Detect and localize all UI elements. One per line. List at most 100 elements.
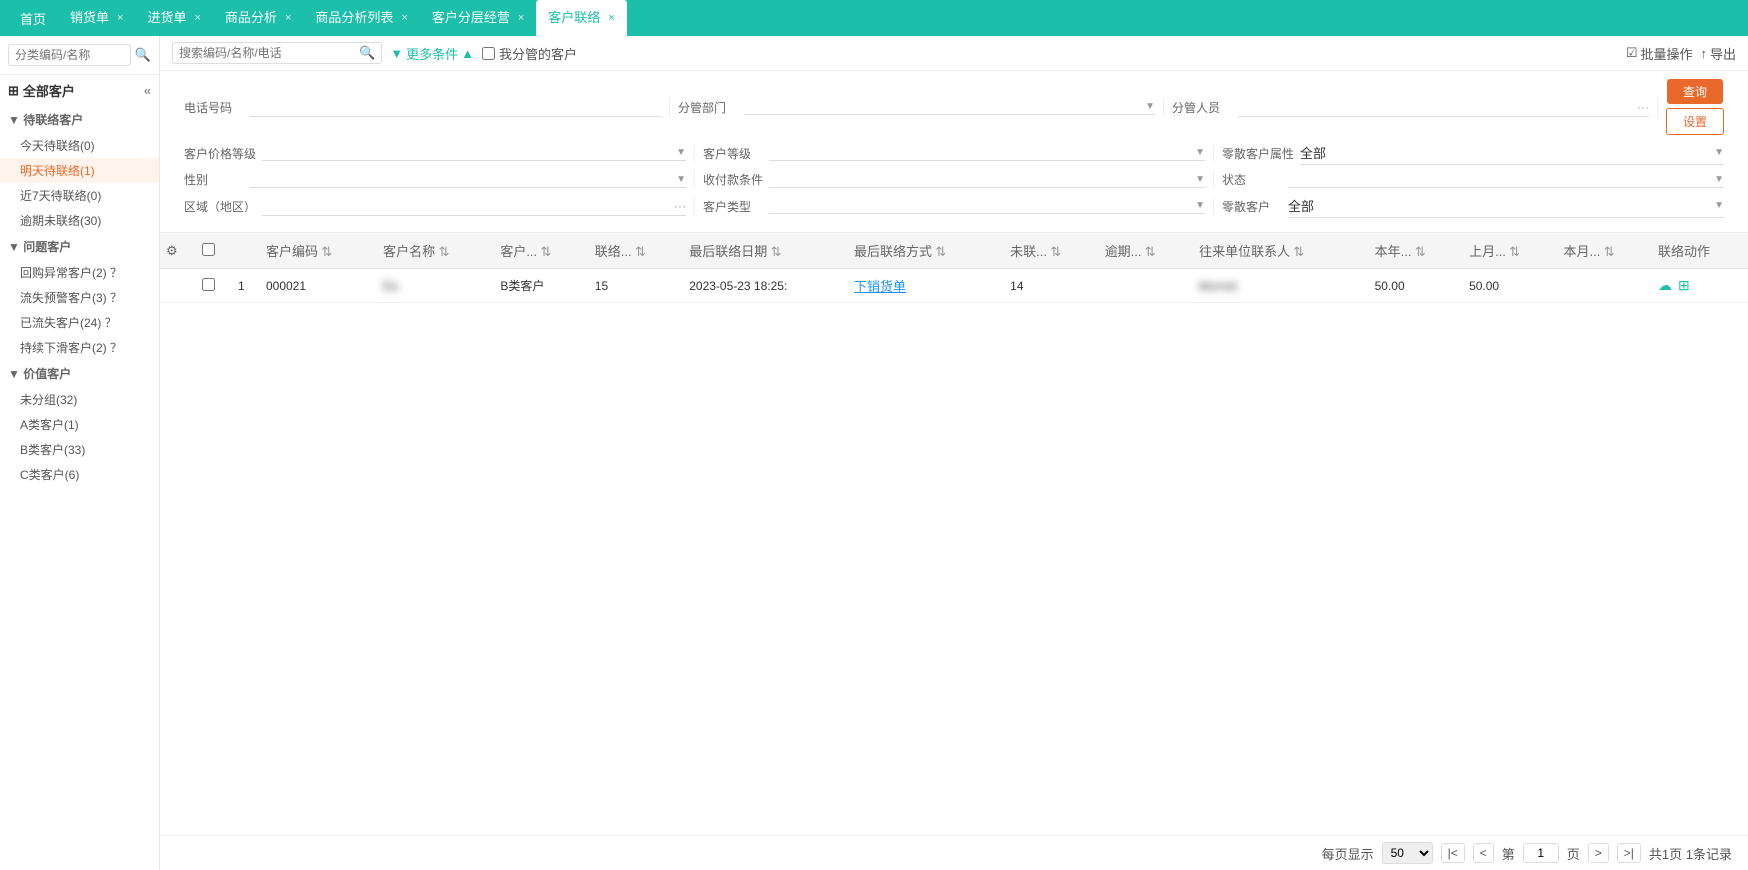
payment-label: 收付款条件 <box>703 171 763 188</box>
col-last-date-sort-icon[interactable]: ⇅ <box>771 244 782 259</box>
close-tab-icon[interactable]: × <box>401 0 407 36</box>
col-last-month: 上月... ⇅ <box>1463 233 1557 269</box>
sidebar-item[interactable]: 未分组(32) <box>0 387 159 412</box>
col-contact-count-sort-icon[interactable]: ⇅ <box>635 244 646 259</box>
close-tab-icon[interactable]: × <box>285 0 291 36</box>
person-more-btn[interactable]: ··· <box>1637 100 1649 114</box>
row-this-month <box>1558 269 1652 303</box>
cust-type-select[interactable]: ▼ <box>769 198 1205 214</box>
col-contact-person-label: 往来单位联系人 <box>1199 244 1290 259</box>
gender-cell: 性别 ▼ <box>176 171 695 188</box>
close-tab-icon[interactable]: × <box>518 0 524 36</box>
sidebar-item[interactable]: 逾期未联络(30) <box>0 208 159 233</box>
retail-attr-value: 全部 <box>1300 143 1326 162</box>
sidebar-group-价值客户[interactable]: ▼ 价值客户 <box>0 360 159 387</box>
sidebar-search-icon[interactable]: 🔍 <box>135 47 151 63</box>
status-select[interactable]: ▼ <box>1288 172 1724 188</box>
next-page-btn[interactable]: > <box>1588 843 1609 863</box>
row-checkbox[interactable] <box>202 278 215 291</box>
area-more-btn[interactable]: ··· <box>674 199 686 213</box>
close-tab-icon[interactable]: × <box>117 0 123 36</box>
col-this-year-sort-icon[interactable]: ⇅ <box>1415 244 1426 259</box>
close-tab-icon[interactable]: × <box>608 0 614 36</box>
settings-icon[interactable]: ⚙ <box>166 243 178 258</box>
nav-tab-销货单[interactable]: 销货单× <box>58 0 135 36</box>
close-tab-icon[interactable]: × <box>194 0 200 36</box>
dept-select[interactable]: ▼ <box>744 99 1155 115</box>
my-customers-checkbox-label[interactable]: 我分管的客户 <box>482 44 577 63</box>
col-code-sort-icon[interactable]: ⇅ <box>321 244 332 259</box>
nav-tab-商品分析列表[interactable]: 商品分析列表× <box>303 0 419 36</box>
first-page-btn[interactable]: |< <box>1441 843 1465 863</box>
col-last-month-sort-icon[interactable]: ⇅ <box>1509 244 1520 259</box>
export-btn[interactable]: ↑ 导出 <box>1700 44 1736 63</box>
phone-input[interactable] <box>250 98 661 117</box>
sidebar-group-待联络客户[interactable]: ▼ 待联络客户 <box>0 106 159 133</box>
all-customers-section[interactable]: ⊞ 全部客户 « <box>0 75 159 106</box>
toolbar: 🔍 ▼ 更多条件 ▲ 我分管的客户 ☑ 批量操作 ↑ 导出 <box>160 36 1748 71</box>
col-last-method-sort-icon[interactable]: ⇅ <box>935 244 946 259</box>
table-footer: 每页显示 50 100 |< < 第 页 > >| 共1页 1条记录 <box>160 835 1748 870</box>
sidebar-item[interactable]: 持续下滑客户(2) ？ <box>0 335 159 360</box>
gender-select[interactable]: ▼ <box>250 172 686 188</box>
col-name-sort-icon[interactable]: ⇅ <box>439 244 450 259</box>
col-overdue-sort-icon[interactable]: ⇅ <box>1145 244 1156 259</box>
page-input[interactable] <box>1523 843 1559 863</box>
sidebar-item[interactable]: 明天待联络(1) <box>0 158 159 183</box>
batch-op-btn[interactable]: ☑ 批量操作 <box>1626 44 1693 63</box>
col-uncontacted-sort-icon[interactable]: ⇅ <box>1050 244 1061 259</box>
query-btn[interactable]: 查询 <box>1667 79 1723 104</box>
nav-tab-客户分层经营[interactable]: 客户分层经营× <box>420 0 536 36</box>
search-input[interactable] <box>179 46 359 60</box>
col-this-year: 本年... ⇅ <box>1369 233 1463 269</box>
sidebar-search-input[interactable] <box>8 44 131 66</box>
col-name: 客户名称 ⇅ <box>377 233 494 269</box>
nav-tab-进货单[interactable]: 进货单× <box>135 0 212 36</box>
home-nav-item[interactable]: 首页 <box>8 9 58 28</box>
more-filters-btn[interactable]: ▼ 更多条件 ▲ <box>390 44 474 63</box>
last-page-btn[interactable]: >| <box>1617 843 1641 863</box>
prev-page-btn[interactable]: < <box>1473 843 1494 863</box>
person-label: 分管人员 <box>1172 99 1232 116</box>
payment-select[interactable]: ▼ <box>769 172 1205 188</box>
sidebar-groups: ▼ 待联络客户今天待联络(0)明天待联络(1)近7天待联络(0)逾期未联络(30… <box>0 106 159 487</box>
col-this-month-sort-icon[interactable]: ⇅ <box>1604 244 1615 259</box>
cust-level-select[interactable]: ▼ <box>769 145 1205 161</box>
action-icon-2[interactable]: ⊞ <box>1678 277 1690 294</box>
col-contact-person-sort-icon[interactable]: ⇅ <box>1293 244 1304 259</box>
sidebar-item[interactable]: B类客户(33) <box>0 437 159 462</box>
status-label: 状态 <box>1222 171 1282 188</box>
area-select[interactable]: ··· <box>262 197 686 216</box>
retail-attr-select[interactable]: 全部 ▼ <box>1300 141 1724 165</box>
col-type-sort-icon[interactable]: ⇅ <box>541 244 552 259</box>
row-settings-cell <box>160 269 196 303</box>
cust-value-level-select[interactable]: ▼ <box>262 145 686 161</box>
per-page-select[interactable]: 50 100 <box>1382 842 1433 864</box>
sidebar-item[interactable]: C类客户(6) <box>0 462 159 487</box>
collapse-sidebar-btn[interactable]: « <box>144 83 151 98</box>
search-icon[interactable]: 🔍 <box>359 45 375 61</box>
cust-value-level-label: 客户价格等级 <box>184 145 256 162</box>
last-method-link[interactable]: 下销货单 <box>854 279 906 294</box>
checkbox-icon: ☑ <box>1626 45 1638 61</box>
sidebar-item[interactable]: 今天待联络(0) <box>0 133 159 158</box>
nav-tab-商品分析[interactable]: 商品分析× <box>213 0 303 36</box>
sidebar-item[interactable]: A类客户(1) <box>0 412 159 437</box>
select-all-checkbox[interactable] <box>202 243 215 256</box>
my-customers-checkbox[interactable] <box>482 47 495 60</box>
sidebar-item[interactable]: 近7天待联络(0) <box>0 183 159 208</box>
sidebar-item[interactable]: 流失预警客户(3) ？ <box>0 285 159 310</box>
action-icon-1[interactable]: ☁ <box>1658 277 1672 294</box>
sidebar-group-问题客户[interactable]: ▼ 问题客户 <box>0 233 159 260</box>
customer-table: ⚙ 客户编码 ⇅ 客户名称 ⇅ <box>160 233 1748 303</box>
retail-cust-select[interactable]: 全部 ▼ <box>1288 194 1724 218</box>
col-no <box>232 233 260 269</box>
person-select[interactable]: ··· <box>1238 98 1649 117</box>
my-customers-label: 我分管的客户 <box>499 44 577 63</box>
col-overdue-label: 逾期... <box>1105 244 1142 259</box>
set-btn[interactable]: 设置 <box>1666 108 1724 135</box>
sidebar-item[interactable]: 回购异常客户(2) ？ <box>0 260 159 285</box>
grid-icon: ⊞ <box>8 83 19 99</box>
sidebar-item[interactable]: 已流失客户(24) ？ <box>0 310 159 335</box>
nav-tab-客户联络[interactable]: 客户联络× <box>536 0 626 36</box>
